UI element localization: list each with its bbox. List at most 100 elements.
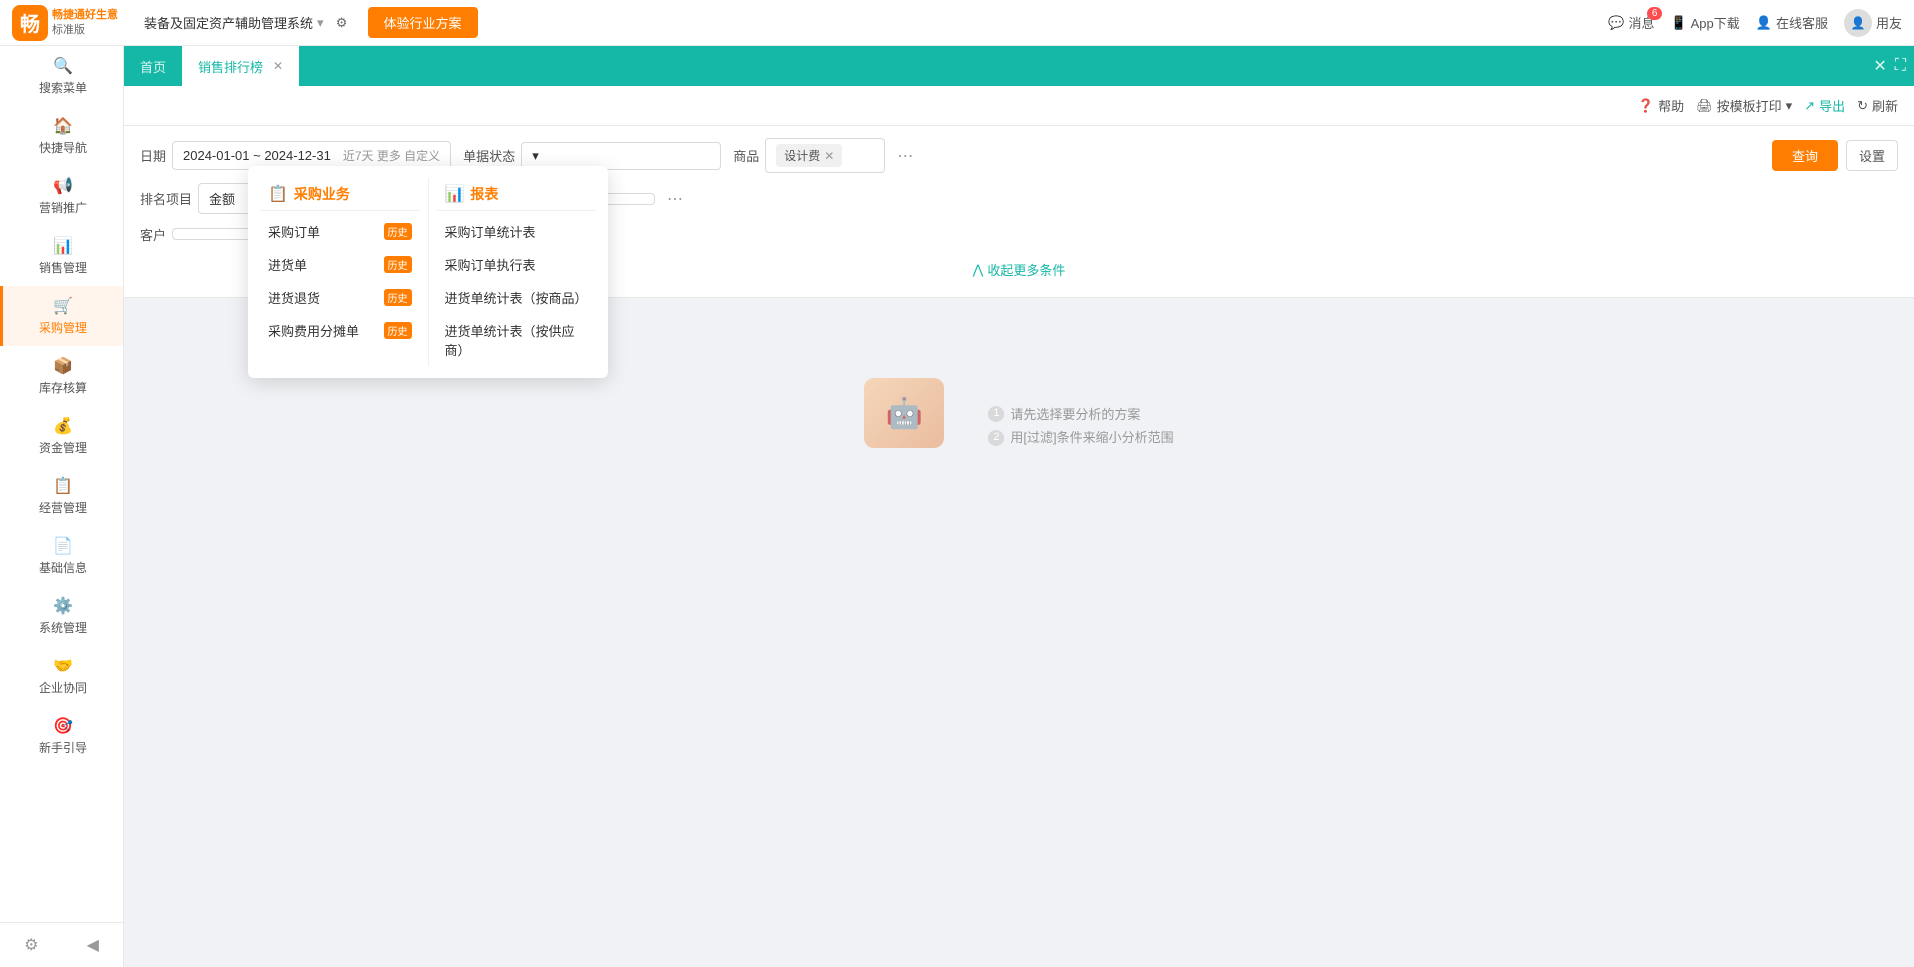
sidebar-item-basic[interactable]: 📄 基础信息 xyxy=(0,526,123,586)
sidebar-item-finance[interactable]: 💰 资金管理 xyxy=(0,406,123,466)
export-button[interactable]: ↗ 导出 xyxy=(1804,96,1845,115)
salesperson-more-icon[interactable]: ⋯ xyxy=(667,189,683,209)
date-value: 2024-01-01 ~ 2024-12-31 xyxy=(183,148,331,163)
main-area: 🔍 搜索菜单 🏠 快捷导航 📢 营销推广 📊 销售管理 🛒 采购管理 📦 xyxy=(0,46,1914,967)
message-button[interactable]: 💬 消息 6 xyxy=(1608,13,1654,32)
top-nav: 装备及固定资产辅助管理系统 ▾ ⚙ 体验行业方案 xyxy=(136,7,1608,38)
menu-item-order-exec[interactable]: 采购订单执行表 xyxy=(437,248,597,281)
logo-text: 畅捷通好生意 标准版 xyxy=(52,8,118,37)
purchase-dropdown-menu: 📋 采购业务 采购订单 历史 进货单 历史 进货退货 xyxy=(248,166,608,378)
history-badge-3: 历史 xyxy=(384,289,412,306)
voucher-status-arrow: ▾ xyxy=(532,148,539,164)
user-menu-button[interactable]: 👤 用友 xyxy=(1844,9,1902,37)
sidebar-item-search[interactable]: 🔍 搜索菜单 xyxy=(0,46,123,106)
tab-bar-right: ✕ ⛶ xyxy=(1873,56,1914,76)
goods-tag: 设计费 ✕ xyxy=(776,144,842,167)
sidebar-item-operation[interactable]: 📋 经营管理 xyxy=(0,466,123,526)
service-icon: 👤 xyxy=(1756,15,1772,31)
collapse-up-icon: ⋀ xyxy=(973,262,984,278)
sidebar-collapse-icon[interactable]: ◀ xyxy=(87,935,99,955)
goods-input[interactable]: 设计费 ✕ xyxy=(765,138,885,173)
sidebar-label-marketing: 营销推广 xyxy=(39,199,87,216)
rank-value: 金额 xyxy=(209,189,235,208)
goods-label: 商品 xyxy=(733,146,759,165)
hint-num-2: 2 xyxy=(988,430,1004,446)
order-exec-label: 采购订单执行表 xyxy=(445,255,536,274)
logo-line2: 标准版 xyxy=(52,23,118,37)
settings-icon[interactable]: ⚙ xyxy=(328,9,356,37)
sidebar-item-marketing[interactable]: 📢 营销推广 xyxy=(0,166,123,226)
goods-stats-label: 进货单统计表（按商品） xyxy=(445,288,588,307)
sidebar-item-inventory[interactable]: 📦 库存核算 xyxy=(0,346,123,406)
menu-item-purchase-order[interactable]: 采购订单 历史 xyxy=(260,215,420,248)
nav-arrow-icon: ▾ xyxy=(317,15,324,31)
sidebar-label-collab: 企业协同 xyxy=(39,679,87,696)
sidebar-label-nav: 快捷导航 xyxy=(39,139,87,156)
menu-item-goods-stats[interactable]: 进货单统计表（按商品） xyxy=(437,281,597,314)
tab-home[interactable]: 首页 xyxy=(124,46,182,86)
sidebar-label-operation: 经营管理 xyxy=(39,499,87,516)
main-content: ❓ 帮助 🖨 按模板打印 ▾ ↗ 导出 ↻ 刷新 xyxy=(124,86,1914,967)
sidebar-label-finance: 资金管理 xyxy=(39,439,87,456)
refresh-icon: ↻ xyxy=(1857,98,1868,114)
purchase-icon: 🛒 xyxy=(53,296,73,316)
help-button[interactable]: ❓ 帮助 xyxy=(1638,96,1684,115)
customer-label: 客户 xyxy=(140,225,166,244)
expense-label: 采购费用分摊单 xyxy=(268,321,359,340)
menu-item-expense[interactable]: 采购费用分摊单 历史 xyxy=(260,314,420,347)
top-right: 💬 消息 6 📱 App下载 👤 在线客服 👤 用友 xyxy=(1608,9,1902,37)
sidebar-item-nav[interactable]: 🏠 快捷导航 xyxy=(0,106,123,166)
export-icon: ↗ xyxy=(1804,98,1815,114)
tab-close-icon[interactable]: ✕ xyxy=(273,59,283,73)
menu-item-supplier-stats[interactable]: 进货单统计表（按供应商） xyxy=(437,314,597,366)
hint-text-2: 用[过滤]条件来缩小分析范围 xyxy=(1010,426,1173,449)
refresh-button[interactable]: ↻ 刷新 xyxy=(1857,96,1898,115)
sidebar-item-purchase[interactable]: 🛒 采购管理 xyxy=(0,286,123,346)
help-icon: ❓ xyxy=(1638,98,1654,114)
goods-filter: 商品 设计费 ✕ xyxy=(733,138,885,173)
sidebar-item-guide[interactable]: 🎯 新手引导 xyxy=(0,706,123,766)
date-shortcuts: 近7天 更多 自定义 xyxy=(343,147,440,164)
help-label: 帮助 xyxy=(1658,96,1684,115)
goods-tag-remove[interactable]: ✕ xyxy=(824,149,834,163)
message-badge: 6 xyxy=(1647,7,1663,20)
menu-item-return[interactable]: 进货退货 历史 xyxy=(260,281,420,314)
menu-item-incoming[interactable]: 进货单 历史 xyxy=(260,248,420,281)
export-label: 导出 xyxy=(1819,96,1845,115)
settings-button[interactable]: 设置 xyxy=(1846,140,1898,171)
online-service-button[interactable]: 👤 在线客服 xyxy=(1756,13,1828,32)
sidebar-item-sales[interactable]: 📊 销售管理 xyxy=(0,226,123,286)
app-download-label: App下载 xyxy=(1691,13,1740,32)
sidebar-item-collab[interactable]: 🤝 企业协同 xyxy=(0,646,123,706)
message-icon: 💬 xyxy=(1608,15,1624,31)
industry-button[interactable]: 体验行业方案 xyxy=(368,7,478,38)
tab-close-btn[interactable]: ✕ xyxy=(1873,56,1886,76)
sidebar-label-basic: 基础信息 xyxy=(39,559,87,576)
bottom-settings-icon[interactable]: ⚙ xyxy=(24,935,38,955)
tab-sales-rank[interactable]: 销售排行榜 ✕ xyxy=(182,46,299,86)
empty-text: 1 请先选择要分析的方案 2 用[过滤]条件来缩小分析范围 xyxy=(988,403,1173,450)
collab-icon: 🤝 xyxy=(53,656,73,676)
sidebar-label-purchase: 采购管理 xyxy=(39,319,87,336)
history-badge-2: 历史 xyxy=(384,256,412,273)
goods-more-icon[interactable]: ⋯ xyxy=(897,146,913,166)
inventory-icon: 📦 xyxy=(53,356,73,376)
avatar: 👤 xyxy=(1844,9,1872,37)
purchase-section-label: 采购业务 xyxy=(294,184,350,204)
print-icon: 🖨 xyxy=(1696,98,1713,114)
app-container: 畅 畅捷通好生意 标准版 装备及固定资产辅助管理系统 ▾ ⚙ 体验行业方案 💬 … xyxy=(0,0,1914,967)
print-button[interactable]: 🖨 按模板打印 ▾ xyxy=(1696,96,1792,115)
app-download-button[interactable]: 📱 App下载 xyxy=(1670,13,1739,32)
order-stats-label: 采购订单统计表 xyxy=(445,222,536,241)
sidebar-item-system[interactable]: ⚙️ 系统管理 xyxy=(0,586,123,646)
menu-item-order-stats[interactable]: 采购订单统计表 xyxy=(437,215,597,248)
tab-maximize-btn[interactable]: ⛶ xyxy=(1895,57,1906,75)
purchase-order-label: 采购订单 xyxy=(268,222,320,241)
query-button[interactable]: 查询 xyxy=(1772,140,1838,171)
purchase-section-title: 📋 采购业务 xyxy=(260,178,420,211)
empty-icon: 🤖 xyxy=(864,378,964,458)
purchase-section: 📋 采购业务 采购订单 历史 进货单 历史 进货退货 xyxy=(260,178,420,366)
return-label: 进货退货 xyxy=(268,288,320,307)
empty-hint-2: 2 用[过滤]条件来缩小分析范围 xyxy=(988,426,1173,449)
report-section-label: 报表 xyxy=(470,184,498,204)
